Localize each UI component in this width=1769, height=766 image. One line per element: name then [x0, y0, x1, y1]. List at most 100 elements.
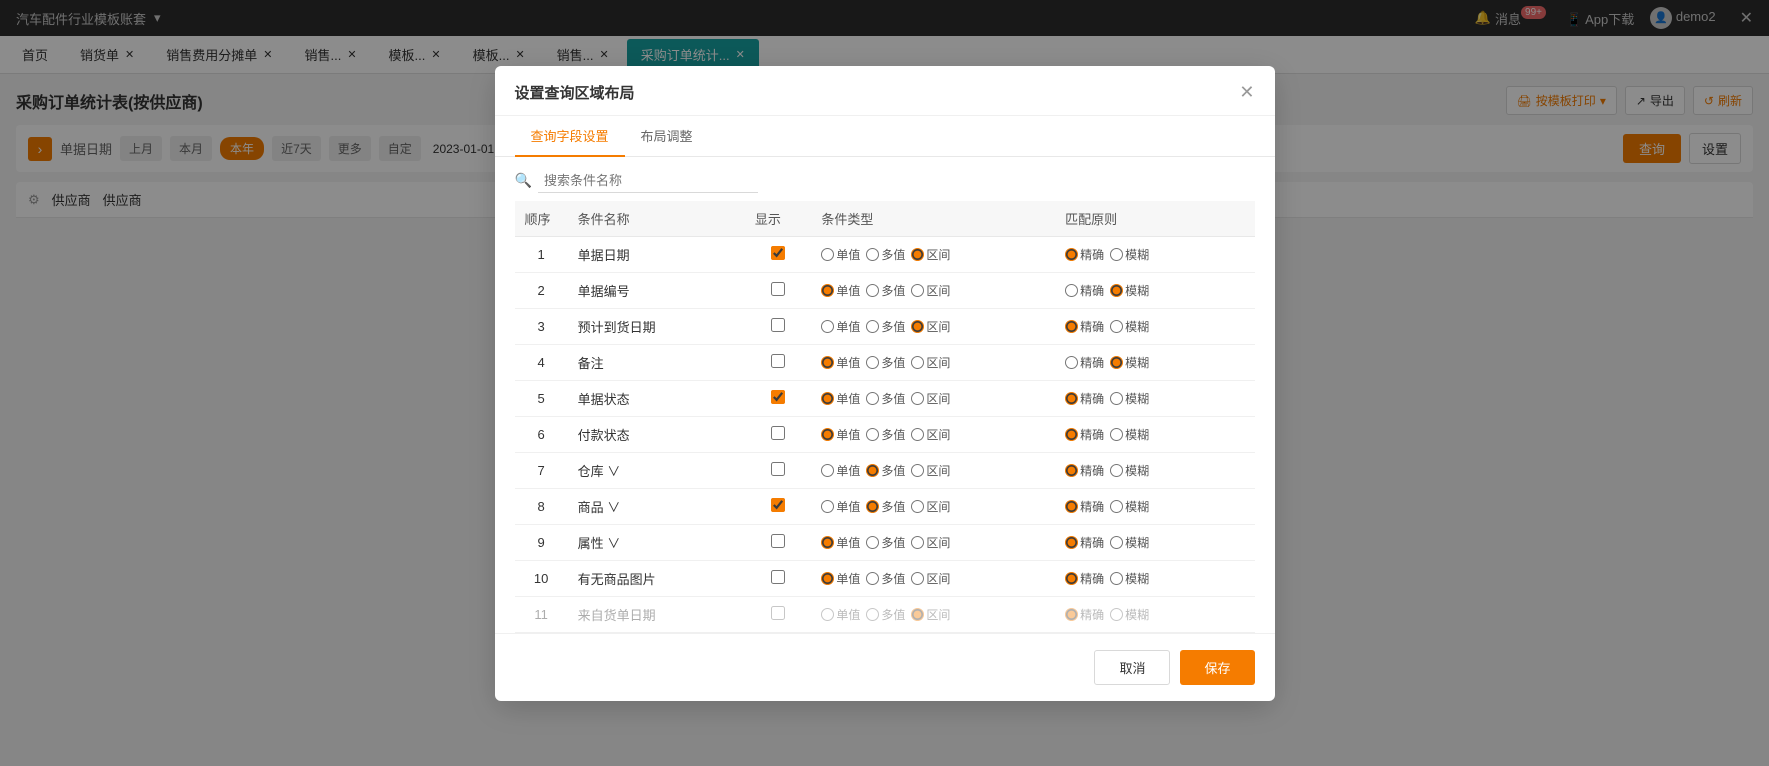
th-match: 匹配原则 — [1055, 201, 1254, 237]
type-radio-单值[interactable] — [821, 608, 834, 621]
type-radio-多值[interactable] — [866, 392, 879, 405]
match-radio-模糊[interactable] — [1110, 464, 1123, 477]
type-radio-多值[interactable] — [866, 248, 879, 261]
type-radio-多值[interactable] — [866, 320, 879, 333]
type-radio-多值[interactable] — [866, 356, 879, 369]
dialog-tabs: 查询字段设置 布局调整 — [495, 116, 1275, 157]
show-checkbox[interactable] — [771, 246, 785, 260]
show-checkbox[interactable] — [771, 282, 785, 296]
type-radio-单值[interactable] — [821, 428, 834, 441]
type-radio-区间[interactable] — [911, 284, 924, 297]
show-checkbox[interactable] — [771, 606, 785, 620]
row-name: 预计到货日期 — [568, 308, 745, 344]
type-radio-单值[interactable] — [821, 536, 834, 549]
row-show — [745, 524, 811, 560]
row-order: 8 — [515, 488, 568, 524]
match-radio-精确[interactable] — [1065, 284, 1078, 297]
table-row: 6付款状态单值多值区间精确模糊 — [515, 416, 1255, 452]
type-radio-多值[interactable] — [866, 428, 879, 441]
type-radio-区间[interactable] — [911, 428, 924, 441]
match-radio-模糊[interactable] — [1110, 248, 1123, 261]
search-input[interactable] — [538, 169, 758, 193]
match-radio-模糊[interactable] — [1110, 428, 1123, 441]
row-match: 精确模糊 — [1055, 236, 1254, 272]
type-radio-多值[interactable] — [866, 572, 879, 585]
tab-layout-adjust[interactable]: 布局调整 — [625, 116, 709, 157]
show-checkbox[interactable] — [771, 462, 785, 476]
row-order: 2 — [515, 272, 568, 308]
row-name: 仓库 ∨ — [568, 452, 745, 488]
type-radio-多值[interactable] — [866, 608, 879, 621]
match-radio-模糊[interactable] — [1110, 536, 1123, 549]
row-type: 单值多值区间 — [811, 380, 1055, 416]
type-radio-单值[interactable] — [821, 284, 834, 297]
match-radio-模糊[interactable] — [1110, 284, 1123, 297]
cancel-button[interactable]: 取消 — [1094, 650, 1170, 685]
match-radio-精确[interactable] — [1065, 464, 1078, 477]
dialog-table-wrap: 顺序 条件名称 显示 条件类型 匹配原则 1单据日期单值多值区间精确模糊2单据编… — [495, 201, 1275, 633]
row-match: 精确模糊 — [1055, 596, 1254, 632]
row-show — [745, 344, 811, 380]
type-radio-区间[interactable] — [911, 536, 924, 549]
show-checkbox[interactable] — [771, 534, 785, 548]
save-button[interactable]: 保存 — [1180, 650, 1254, 685]
type-radio-区间[interactable] — [911, 356, 924, 369]
show-checkbox[interactable] — [771, 426, 785, 440]
type-radio-单值[interactable] — [821, 500, 834, 513]
match-radio-精确[interactable] — [1065, 572, 1078, 585]
show-checkbox[interactable] — [771, 498, 785, 512]
match-radio-精确[interactable] — [1065, 392, 1078, 405]
show-checkbox[interactable] — [771, 570, 785, 584]
row-show — [745, 272, 811, 308]
show-checkbox[interactable] — [771, 318, 785, 332]
match-radio-模糊[interactable] — [1110, 608, 1123, 621]
type-radio-区间[interactable] — [911, 464, 924, 477]
row-type: 单值多值区间 — [811, 452, 1055, 488]
type-radio-区间[interactable] — [911, 608, 924, 621]
row-name: 商品 ∨ — [568, 488, 745, 524]
match-radio-精确[interactable] — [1065, 608, 1078, 621]
row-type: 单值多值区间 — [811, 416, 1055, 452]
match-radio-精确[interactable] — [1065, 500, 1078, 513]
match-radio-模糊[interactable] — [1110, 320, 1123, 333]
row-show — [745, 416, 811, 452]
type-radio-单值[interactable] — [821, 356, 834, 369]
type-radio-单值[interactable] — [821, 248, 834, 261]
match-radio-精确[interactable] — [1065, 536, 1078, 549]
row-order: 4 — [515, 344, 568, 380]
row-type: 单值多值区间 — [811, 524, 1055, 560]
type-radio-区间[interactable] — [911, 392, 924, 405]
type-radio-单值[interactable] — [821, 572, 834, 585]
match-radio-模糊[interactable] — [1110, 500, 1123, 513]
type-radio-区间[interactable] — [911, 572, 924, 585]
type-radio-单值[interactable] — [821, 320, 834, 333]
match-radio-模糊[interactable] — [1110, 572, 1123, 585]
type-radio-区间[interactable] — [911, 500, 924, 513]
match-radio-精确[interactable] — [1065, 248, 1078, 261]
row-name: 来自货单日期 — [568, 596, 745, 632]
type-radio-区间[interactable] — [911, 320, 924, 333]
table-row: 2单据编号单值多值区间精确模糊 — [515, 272, 1255, 308]
match-radio-模糊[interactable] — [1110, 392, 1123, 405]
show-checkbox[interactable] — [771, 390, 785, 404]
match-radio-精确[interactable] — [1065, 428, 1078, 441]
match-radio-精确[interactable] — [1065, 356, 1078, 369]
row-match: 精确模糊 — [1055, 380, 1254, 416]
match-radio-精确[interactable] — [1065, 320, 1078, 333]
dialog-header: 设置查询区域布局 ✕ — [495, 66, 1275, 116]
type-radio-区间[interactable] — [911, 248, 924, 261]
table-row: 4备注单值多值区间精确模糊 — [515, 344, 1255, 380]
show-checkbox[interactable] — [771, 354, 785, 368]
type-radio-单值[interactable] — [821, 392, 834, 405]
type-radio-多值[interactable] — [866, 284, 879, 297]
table-row: 3预计到货日期单值多值区间精确模糊 — [515, 308, 1255, 344]
match-radio-模糊[interactable] — [1110, 356, 1123, 369]
type-radio-多值[interactable] — [866, 464, 879, 477]
type-radio-单值[interactable] — [821, 464, 834, 477]
type-radio-多值[interactable] — [866, 536, 879, 549]
row-show — [745, 308, 811, 344]
type-radio-多值[interactable] — [866, 500, 879, 513]
dialog-close-icon[interactable]: ✕ — [1239, 83, 1254, 101]
table-row: 10有无商品图片单值多值区间精确模糊 — [515, 560, 1255, 596]
tab-query-fields[interactable]: 查询字段设置 — [515, 116, 625, 157]
